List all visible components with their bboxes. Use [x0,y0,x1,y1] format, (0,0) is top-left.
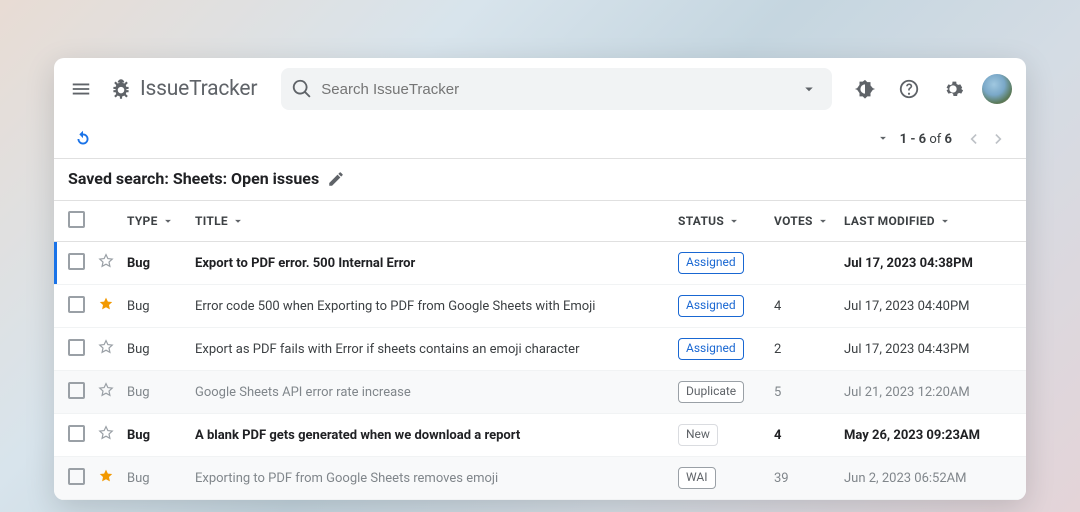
caret-down-icon [231,214,245,228]
row-type: Bug [121,457,189,500]
table-row[interactable]: BugExporting to PDF from Google Sheets r… [54,457,1026,500]
app-title: IssueTracker [140,77,257,101]
topbar: IssueTracker [54,58,1026,120]
avatar[interactable] [982,74,1012,104]
row-votes: 4 [768,414,838,457]
saved-search-header: Saved search: Sheets: Open issues [54,159,1026,200]
menu-button[interactable] [64,72,98,106]
caret-down-icon [938,214,952,228]
row-modified: Jul 17, 2023 04:43PM [838,328,1026,371]
select-all-checkbox[interactable] [68,211,85,228]
row-votes: 39 [768,457,838,500]
row-title[interactable]: Export to PDF error. 500 Internal Error [189,242,672,285]
search-input[interactable] [321,81,796,98]
search-dropdown[interactable] [796,76,822,102]
help-icon [898,78,920,100]
caret-down-icon [727,214,741,228]
chevron-left-icon [963,129,983,149]
row-votes: 2 [768,328,838,371]
brightness-icon [854,78,876,100]
app-logo[interactable]: IssueTracker [108,76,257,102]
caret-down-icon [800,80,818,98]
star-toggle[interactable] [97,338,115,356]
search-icon [291,78,313,100]
star-toggle[interactable] [97,467,115,485]
issues-table: TYPE TITLE STATUS VOTES LAST MODIFIED Bu… [54,200,1026,500]
row-modified: Jul 17, 2023 04:38PM [838,242,1026,285]
row-checkbox[interactable] [68,425,85,442]
star-toggle[interactable] [97,424,115,442]
status-badge: WAI [678,467,716,489]
toolbar: 1 - 6 of 6 [54,120,1026,159]
table-row[interactable]: BugError code 500 when Exporting to PDF … [54,285,1026,328]
status-badge: Duplicate [678,381,744,403]
hamburger-icon [70,78,92,100]
bug-icon [108,76,134,102]
saved-search-title: Saved search: Sheets: Open issues [68,169,319,188]
status-badge: Assigned [678,252,744,274]
next-page-button[interactable] [986,126,1012,152]
status-badge: New [678,424,718,446]
help-button[interactable] [892,72,926,106]
row-type: Bug [121,242,189,285]
row-checkbox[interactable] [68,382,85,399]
row-modified: Jul 21, 2023 12:20AM [838,371,1026,414]
page-size-dropdown[interactable] [874,128,892,151]
row-modified: Jul 17, 2023 04:40PM [838,285,1026,328]
row-title[interactable]: Error code 500 when Exporting to PDF fro… [189,285,672,328]
row-checkbox[interactable] [68,296,85,313]
row-modified: May 26, 2023 09:23AM [838,414,1026,457]
star-toggle[interactable] [97,252,115,270]
refresh-button[interactable] [72,128,94,150]
edit-saved-search-button[interactable] [327,170,345,188]
row-title[interactable]: A blank PDF gets generated when we downl… [189,414,672,457]
app-window: IssueTracker 1 - 6 of 6 [54,58,1026,500]
status-badge: Assigned [678,338,744,360]
theme-button[interactable] [848,72,882,106]
col-status-header[interactable]: STATUS [678,214,741,228]
search-box[interactable] [281,68,832,110]
col-type-header[interactable]: TYPE [127,214,175,228]
col-title-header[interactable]: TITLE [195,214,245,228]
gear-icon [942,78,964,100]
star-toggle[interactable] [97,295,115,313]
table-row[interactable]: BugExport to PDF error. 500 Internal Err… [54,242,1026,285]
row-votes: 5 [768,371,838,414]
caret-down-icon [876,131,890,145]
row-checkbox[interactable] [68,253,85,270]
row-type: Bug [121,285,189,328]
star-toggle[interactable] [97,381,115,399]
row-title[interactable]: Google Sheets API error rate increase [189,371,672,414]
col-modified-header[interactable]: LAST MODIFIED [844,214,952,228]
row-title[interactable]: Exporting to PDF from Google Sheets remo… [189,457,672,500]
table-row[interactable]: BugGoogle Sheets API error rate increase… [54,371,1026,414]
caret-down-icon [161,214,175,228]
row-type: Bug [121,328,189,371]
table-row[interactable]: BugA blank PDF gets generated when we do… [54,414,1026,457]
status-badge: Assigned [678,295,744,317]
row-votes: 4 [768,285,838,328]
caret-down-icon [816,214,830,228]
prev-page-button[interactable] [960,126,986,152]
row-checkbox[interactable] [68,468,85,485]
row-type: Bug [121,371,189,414]
row-title[interactable]: Export as PDF fails with Error if sheets… [189,328,672,371]
row-votes [768,242,838,285]
row-type: Bug [121,414,189,457]
row-modified: Jun 2, 2023 06:52AM [838,457,1026,500]
settings-button[interactable] [936,72,970,106]
col-votes-header[interactable]: VOTES [774,214,830,228]
pagination-label: 1 - 6 of 6 [900,132,952,147]
table-row[interactable]: BugExport as PDF fails with Error if she… [54,328,1026,371]
chevron-right-icon [989,129,1009,149]
row-checkbox[interactable] [68,339,85,356]
